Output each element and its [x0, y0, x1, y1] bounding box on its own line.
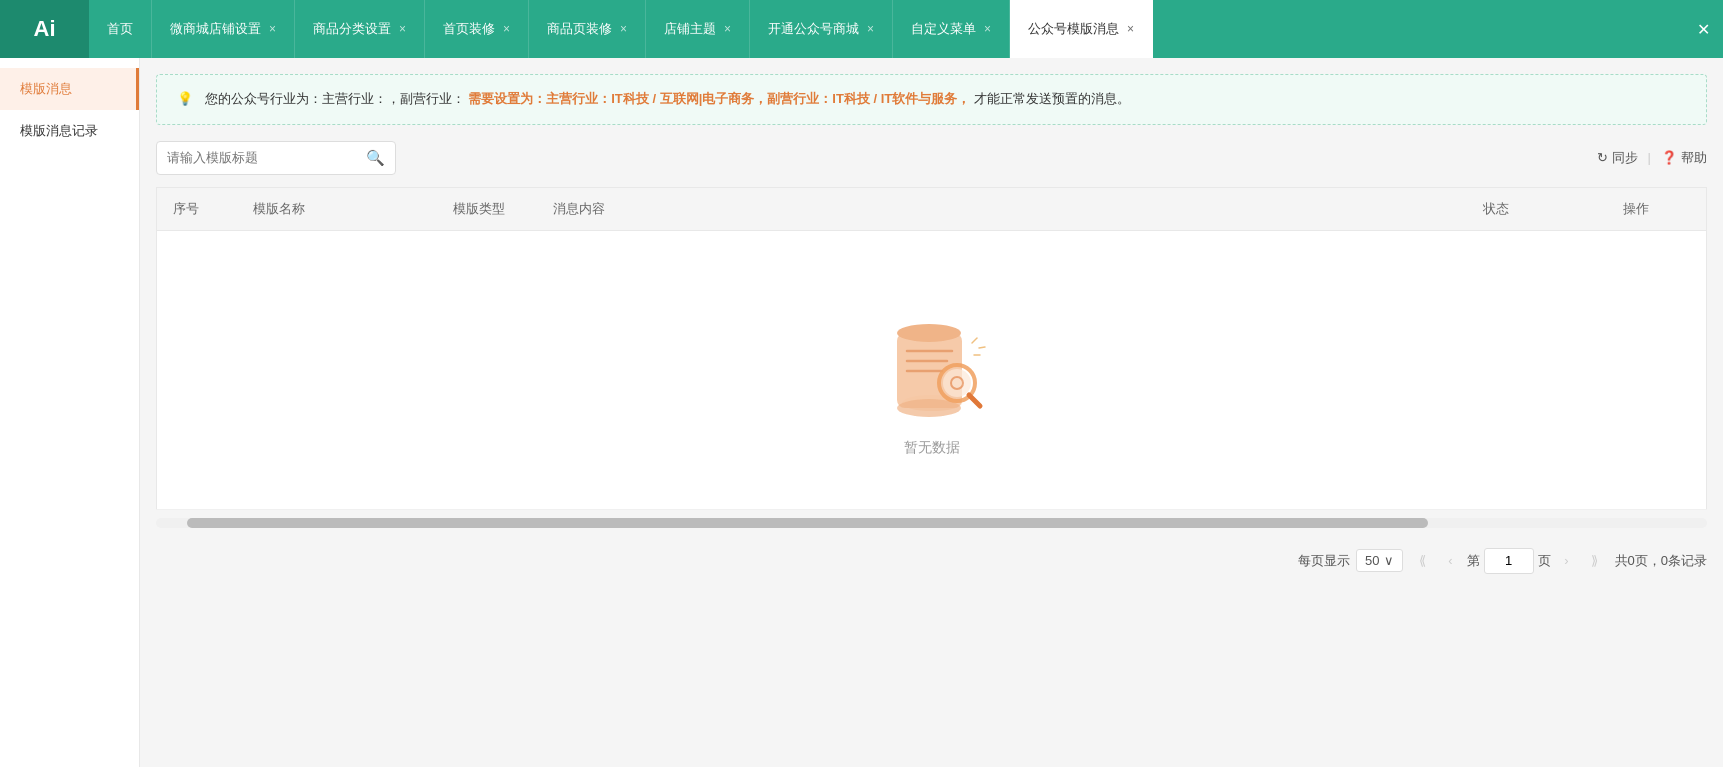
col-header-type: 模版类型 [437, 187, 537, 230]
svg-line-11 [972, 338, 977, 343]
table-head: 序号模版名称模版类型消息内容状态操作 [157, 187, 1707, 230]
close-tab-icon-templatemsg[interactable]: × [1127, 22, 1134, 36]
total-label: 共0页，0条记录 [1615, 552, 1707, 570]
sync-label: 同步 [1612, 149, 1638, 167]
scrollbar-area[interactable] [156, 518, 1707, 528]
col-header-seq: 序号 [157, 187, 237, 230]
notice-suffix: 才能正常发送预置的消息。 [974, 91, 1130, 106]
nav-tab-productpage[interactable]: 商品页装修× [529, 0, 646, 58]
divider: | [1648, 150, 1651, 165]
nav-tab-category[interactable]: 商品分类设置× [295, 0, 425, 58]
col-header-name: 模版名称 [237, 187, 437, 230]
nav-tab-home[interactable]: 首页 [89, 0, 152, 58]
empty-icon [872, 303, 992, 423]
empty-state-row: 暂无数据 [157, 230, 1707, 509]
top-nav: Ai 首页微商城店铺设置×商品分类设置×首页装修×商品页装修×店铺主题×开通公众… [0, 0, 1723, 58]
col-header-content: 消息内容 [537, 187, 1467, 230]
bulb-icon: 💡 [177, 91, 193, 106]
svg-point-8 [943, 369, 971, 397]
col-header-status: 状态 [1467, 187, 1607, 230]
help-icon: ❓ [1661, 150, 1677, 165]
pagination-bar: 每页显示 50 ∨ ⟪ ‹ 第 页 › ⟫ 共0页，0条记录 [156, 536, 1707, 574]
close-tab-icon-category[interactable]: × [399, 22, 406, 36]
sidebar-item-template-msg[interactable]: 模版消息 [0, 68, 139, 110]
page-size-select: 每页显示 50 ∨ [1298, 549, 1402, 572]
nav-tab-shoptheme[interactable]: 店铺主题× [646, 0, 750, 58]
nav-tab-weishop[interactable]: 微商城店铺设置× [152, 0, 295, 58]
svg-line-12 [979, 347, 985, 348]
scrollbar-thumb[interactable] [187, 518, 1428, 528]
page-nav: ⟪ ‹ 第 页 › ⟫ [1411, 548, 1607, 574]
close-all-button[interactable]: ✕ [1683, 0, 1723, 58]
close-tab-icon-productpage[interactable]: × [620, 22, 627, 36]
nav-tab-wechatshop[interactable]: 开通公众号商城× [750, 0, 893, 58]
prev-page-button[interactable]: ‹ [1439, 549, 1463, 573]
last-page-button[interactable]: ⟫ [1583, 549, 1607, 573]
next-page-button[interactable]: › [1555, 549, 1579, 573]
nav-tabs: 首页微商城店铺设置×商品分类设置×首页装修×商品页装修×店铺主题×开通公众号商城… [89, 0, 1683, 58]
sidebar-item-template-msg-record[interactable]: 模版消息记录 [0, 110, 139, 152]
chevron-down-icon: ∨ [1384, 553, 1394, 568]
sidebar: 模版消息模版消息记录 [0, 58, 140, 767]
page-number-input[interactable] [1484, 548, 1534, 574]
page-size-dropdown[interactable]: 50 ∨ [1356, 549, 1402, 572]
close-tab-icon-weishop[interactable]: × [269, 22, 276, 36]
close-tab-icon-shoptheme[interactable]: × [724, 22, 731, 36]
notice-prefix: 您的公众号行业为：主营行业：，副营行业： [205, 91, 465, 106]
notice-highlight: 需要设置为：主营行业：IT科技 / 互联网|电子商务，副营行业：IT科技 / I… [468, 91, 970, 106]
content-area: 💡 您的公众号行业为：主营行业：，副营行业： 需要设置为：主营行业：IT科技 /… [140, 58, 1723, 767]
close-tab-icon-wechatshop[interactable]: × [867, 22, 874, 36]
svg-line-9 [969, 395, 980, 406]
help-label: 帮助 [1681, 149, 1707, 167]
page-label-after: 页 [1538, 552, 1551, 570]
page-size-value: 50 [1365, 553, 1379, 568]
data-table: 序号模版名称模版类型消息内容状态操作 [156, 187, 1707, 510]
nav-tab-custommenu[interactable]: 自定义菜单× [893, 0, 1010, 58]
table-body: 暂无数据 [157, 230, 1707, 509]
sync-button[interactable]: ↻ 同步 [1597, 149, 1638, 167]
nav-tab-homepage[interactable]: 首页装修× [425, 0, 529, 58]
page-size-label: 每页显示 [1298, 552, 1350, 570]
search-bar: 🔍 ↻ 同步 | ❓ 帮助 [156, 141, 1707, 175]
empty-illustration [872, 303, 992, 423]
search-button[interactable]: 🔍 [366, 149, 385, 167]
empty-text: 暂无数据 [173, 439, 1690, 457]
nav-tab-templatemsg[interactable]: 公众号模版消息× [1010, 0, 1153, 58]
svg-point-2 [897, 324, 961, 342]
sync-icon: ↻ [1597, 150, 1608, 165]
search-input[interactable] [167, 150, 366, 165]
search-input-wrap: 🔍 [156, 141, 396, 175]
first-page-button[interactable]: ⟪ [1411, 549, 1435, 573]
page-label-before: 第 [1467, 552, 1480, 570]
col-header-action: 操作 [1607, 187, 1707, 230]
logo: Ai [0, 0, 89, 58]
main-layout: 模版消息模版消息记录 💡 您的公众号行业为：主营行业：，副营行业： 需要设置为：… [0, 58, 1723, 767]
notice-banner: 💡 您的公众号行业为：主营行业：，副营行业： 需要设置为：主营行业：IT科技 /… [156, 74, 1707, 125]
help-button[interactable]: ❓ 帮助 [1661, 149, 1707, 167]
empty-state-cell: 暂无数据 [157, 230, 1707, 509]
empty-state: 暂无数据 [173, 243, 1690, 497]
table-header-row: 序号模版名称模版类型消息内容状态操作 [157, 187, 1707, 230]
close-tab-icon-homepage[interactable]: × [503, 22, 510, 36]
search-actions: ↻ 同步 | ❓ 帮助 [1597, 149, 1707, 167]
close-tab-icon-custommenu[interactable]: × [984, 22, 991, 36]
